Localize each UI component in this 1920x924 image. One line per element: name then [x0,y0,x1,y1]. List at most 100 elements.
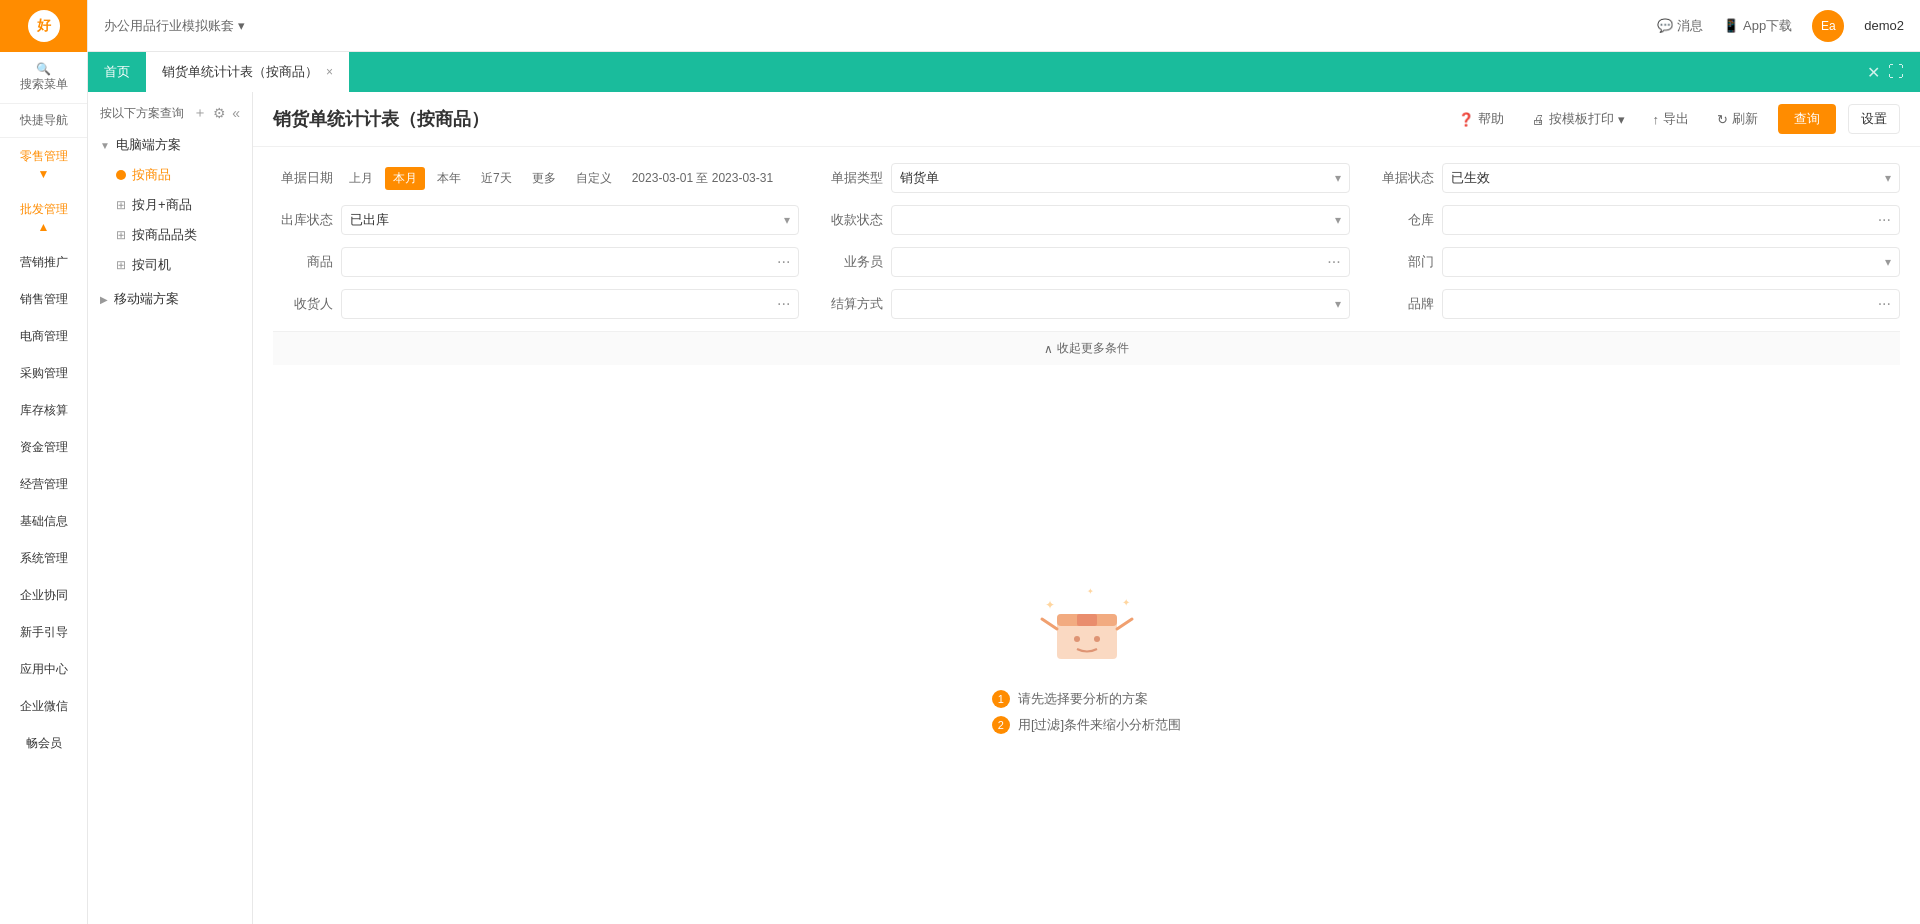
empty-illustration: ✦ ✦ ✦ [1037,574,1137,674]
tree-item-by-warehouse[interactable]: ⊞ 按司机 [116,250,252,280]
sidebar-item-marketing[interactable]: 营销推广 [0,244,87,281]
settings-scheme-btn[interactable]: ⚙ [213,105,226,121]
filter-product: 商品 ··· [273,247,799,277]
sidebar-item-ecommerce[interactable]: 电商管理 [0,318,87,355]
settle-arrow-icon: ▾ [1335,297,1341,311]
staff-select[interactable]: ··· [891,247,1349,277]
sidebar-item-basic[interactable]: 基础信息 [0,503,87,540]
date-btn-more[interactable]: 更多 [524,167,564,190]
filter-date: 单据日期 上月 本月 本年 近7天 更多 自定义 2023-03-01 至 20… [273,167,799,190]
tree-item-by-month-product[interactable]: ⊞ 按月+商品 [116,190,252,220]
window-maximize-btn[interactable]: ⛶ [1888,63,1904,81]
out-status-select[interactable]: 已出库 ▾ [341,205,799,235]
add-scheme-btn[interactable]: ＋ [193,104,207,122]
out-status-arrow-icon: ▾ [784,213,790,227]
brand-label: 品牌 [1374,295,1434,313]
page-content: 按以下方案查询 ＋ ⚙ « ▼ 电脑端方案 按商品 ⊞ 按月+商品 [88,92,1920,924]
print-template-btn[interactable]: 🖨 按模板打印 ▾ [1524,106,1633,132]
tree-item-by-product-category[interactable]: ⊞ 按商品品类 [116,220,252,250]
settings-btn[interactable]: 设置 [1848,104,1900,134]
finance-label: 资金管理 [20,439,68,456]
empty-tip-1: 1 请先选择要分析的方案 [992,690,1181,708]
tree-mobile-parent[interactable]: ▶ 移动端方案 [88,284,252,314]
export-label: 导出 [1663,110,1689,128]
brand-dots-icon[interactable]: ··· [1878,295,1891,313]
header-left: 办公用品行业模拟账套 ▾ [104,17,245,35]
retail-label: 零售管理 [20,148,68,165]
marketing-label: 营销推广 [20,254,68,271]
product-dots-icon[interactable]: ··· [777,253,790,271]
app-download-btn[interactable]: 📱 App下载 [1723,17,1792,35]
brand-select[interactable]: ··· [1442,289,1900,319]
date-btn-this-year[interactable]: 本年 [429,167,469,190]
svg-text:✦: ✦ [1087,587,1094,596]
refresh-btn[interactable]: ↻ 刷新 [1709,106,1766,132]
sidebar-item-inventory[interactable]: 库存核算 [0,392,87,429]
sidebar-item-retail[interactable]: 零售管理 ▼ [0,138,87,191]
filter-row-4: 收货人 ··· 结算方式 ▾ [273,289,1900,319]
sidebar-item-weixin[interactable]: 企业微信 [0,688,87,725]
tab-bar: 首页 销货单统计计表（按商品） × ✕ ⛶ [88,52,1920,92]
product-select[interactable]: ··· [341,247,799,277]
staff-dots-icon[interactable]: ··· [1327,253,1340,271]
sidebar-item-system[interactable]: 系统管理 [0,540,87,577]
date-btn-7days[interactable]: 近7天 [473,167,520,190]
date-btn-this-month[interactable]: 本月 [385,167,425,190]
settle-select[interactable]: ▾ [891,289,1349,319]
collapse-bar[interactable]: ∧ 收起更多条件 [273,331,1900,365]
date-label: 单据日期 [273,169,333,187]
tree-item-by-product[interactable]: 按商品 [116,160,252,190]
by-warehouse-label: 按司机 [132,256,171,274]
industry-dropdown[interactable]: 办公用品行业模拟账套 ▾ [104,17,245,35]
sidebar-item-app-center[interactable]: 应用中心 [0,651,87,688]
recipient-select[interactable]: ··· [341,289,799,319]
export-icon: ↑ [1653,112,1660,127]
dept-arrow-icon: ▾ [1885,255,1891,269]
svg-line-6 [1117,619,1132,629]
export-btn[interactable]: ↑ 导出 [1645,106,1698,132]
tab-current[interactable]: 销货单统计计表（按商品） × [146,52,349,92]
collapse-panel-btn[interactable]: « [232,105,240,121]
doc-status-select[interactable]: 已生效 ▾ [1442,163,1900,193]
doc-type-select[interactable]: 销货单 ▾ [891,163,1349,193]
date-btn-last-month[interactable]: 上月 [341,167,381,190]
sidebar-item-operation[interactable]: 经营管理 [0,466,87,503]
sidebar-item-member[interactable]: 畅会员 [0,725,87,762]
filter-row-1: 单据日期 上月 本月 本年 近7天 更多 自定义 2023-03-01 至 20… [273,163,1900,193]
sidebar-item-enterprise[interactable]: 企业协同 [0,577,87,614]
settings-label: 设置 [1861,110,1887,128]
user-avatar[interactable]: Ea [1812,10,1844,42]
message-btn[interactable]: 💬 消息 [1657,17,1703,35]
tree-desktop-parent[interactable]: ▼ 电脑端方案 [88,130,252,160]
help-btn[interactable]: ❓ 帮助 [1450,106,1512,132]
svg-line-5 [1042,619,1057,629]
app-logo[interactable]: 好 [0,0,87,52]
panel-header-label: 按以下方案查询 [100,105,184,122]
warehouse-select[interactable]: ··· [1442,205,1900,235]
sidebar-search[interactable]: 🔍 搜索菜单 [0,52,87,104]
tree-desktop-label: 电脑端方案 [116,136,181,154]
sidebar-item-purchase[interactable]: 采购管理 [0,355,87,392]
tab-home[interactable]: 首页 [88,52,146,92]
system-label: 系统管理 [20,550,68,567]
sidebar-item-finance[interactable]: 资金管理 [0,429,87,466]
sidebar-quick-nav[interactable]: 快捷导航 [0,104,87,138]
filter-row-3: 商品 ··· 业务员 ··· [273,247,1900,277]
date-btn-custom[interactable]: 自定义 [568,167,620,190]
collapse-label: 收起更多条件 [1057,340,1129,357]
page-title-bar: 销货单统计计表（按商品） ❓ 帮助 🖨 按模板打印 ▾ ↑ 导出 [253,92,1920,147]
purchase-label: 采购管理 [20,365,68,382]
dept-select[interactable]: ▾ [1442,247,1900,277]
grid-icon-3: ⊞ [116,258,126,272]
staff-label: 业务员 [823,253,883,271]
sidebar-item-wholesale[interactable]: 批发管理 ▲ [0,191,87,244]
recipient-dots-icon[interactable]: ··· [777,295,790,313]
payment-status-select[interactable]: ▾ [891,205,1349,235]
window-close-btn[interactable]: ✕ [1867,63,1880,82]
query-btn[interactable]: 查询 [1778,104,1836,134]
tab-close-btn[interactable]: × [326,65,333,79]
sidebar-item-sales[interactable]: 销售管理 [0,281,87,318]
warehouse-dots-icon[interactable]: ··· [1878,211,1891,229]
refresh-icon: ↻ [1717,112,1728,127]
sidebar-item-guide[interactable]: 新手引导 [0,614,87,651]
